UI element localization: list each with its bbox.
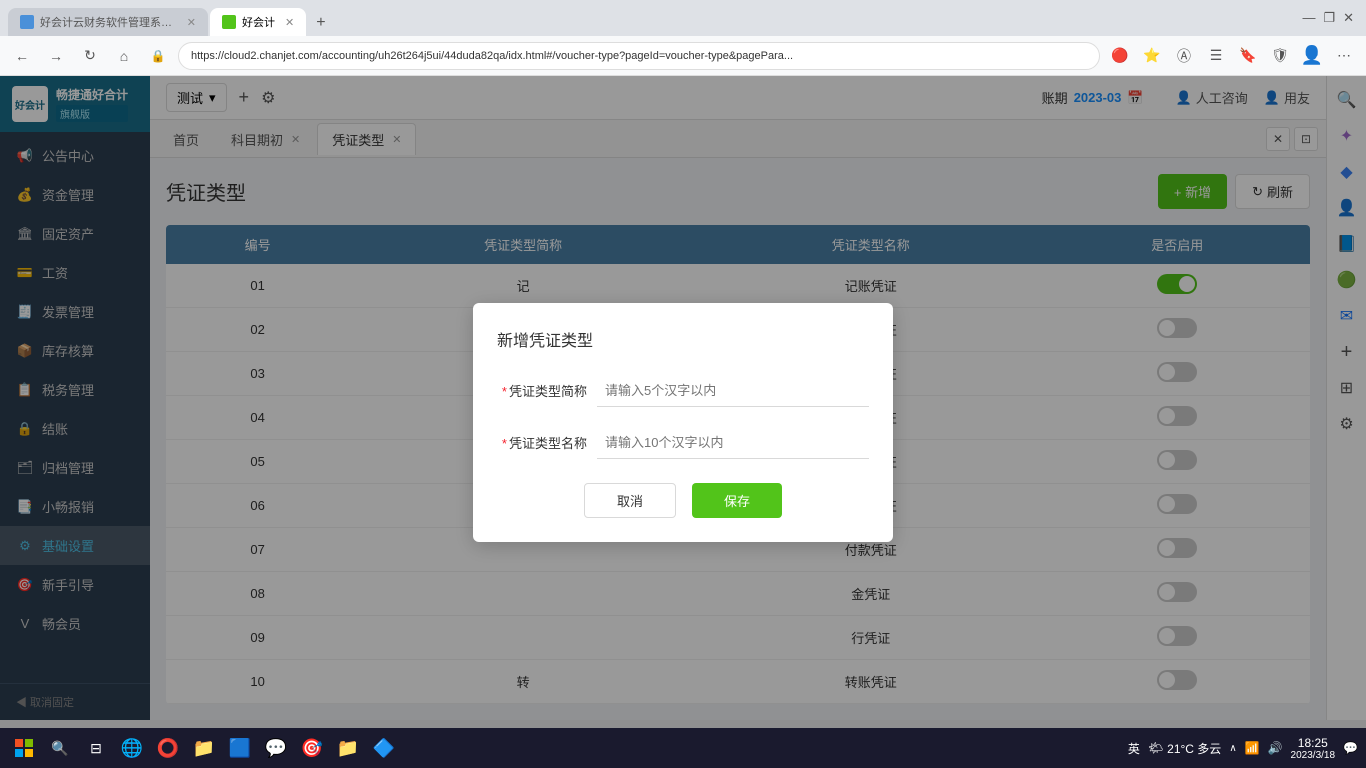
taskbar: 🔍 ⊟ 🌐 ⭕ 📁 🟦 💬 🎯 📁 🔷 英 🌤 21°C 多云 ∧ 📶 🔊 18… <box>0 728 1366 768</box>
forward-button[interactable]: → <box>42 42 70 70</box>
weather-icon: 🌤 <box>1148 741 1163 755</box>
tab-close-2[interactable]: ✕ <box>285 16 294 29</box>
tab-label-2: 好会计 <box>242 14 275 30</box>
full-name-label: *凭证类型名称 <box>497 433 587 452</box>
new-voucher-dialog: 新增凭证类型 *凭证类型简称 *凭证类型名称 取消 保存 <box>473 303 893 542</box>
cancel-button[interactable]: 取消 <box>584 483 676 518</box>
settings-menu-button[interactable]: ⋯ <box>1330 42 1358 70</box>
extension-icon-2[interactable]: ⭐ <box>1138 42 1166 70</box>
tab-label-1: 好会计云财务软件管理系统_会计 <box>40 14 177 30</box>
user-avatar[interactable]: 👤 <box>1298 42 1326 70</box>
weather-info: 🌤 21°C 多云 <box>1148 740 1221 757</box>
browser-tabs: 好会计云财务软件管理系统_会计 ✕ 好会计 ✕ + <box>8 0 334 36</box>
time-value: 18:25 <box>1291 736 1336 750</box>
taskbar-task-view[interactable]: ⊟ <box>80 732 112 764</box>
time-display[interactable]: 18:25 2023/3/18 <box>1291 736 1336 761</box>
taskbar-language[interactable]: 英 <box>1128 740 1140 757</box>
taskbar-app4[interactable]: 🟦 <box>224 732 256 764</box>
taskbar-search[interactable]: 🔍 <box>44 732 76 764</box>
refresh-button[interactable]: ↻ <box>76 42 104 70</box>
taskbar-app6[interactable]: 🎯 <box>296 732 328 764</box>
short-name-row: *凭证类型简称 <box>497 375 869 407</box>
browser-tab-2[interactable]: 好会计 ✕ <box>210 8 306 36</box>
taskbar-app8[interactable]: 🔷 <box>368 732 400 764</box>
tab-favicon-2 <box>222 15 236 29</box>
extension-icon-1[interactable]: 🔴 <box>1106 42 1134 70</box>
close-button[interactable]: ✕ <box>1343 10 1354 26</box>
browser-tab-1[interactable]: 好会计云财务软件管理系统_会计 ✕ <box>8 8 208 36</box>
dialog-title: 新增凭证类型 <box>497 327 869 351</box>
toolbar-icons: 🔴 ⭐ Ⓐ ☰ 🔖 🛡 👤 ⋯ <box>1106 42 1358 70</box>
taskbar-chrome[interactable]: ⭕ <box>152 732 184 764</box>
full-name-input[interactable] <box>597 427 869 459</box>
tab-close-1[interactable]: ✕ <box>187 16 196 29</box>
date-value: 2023/3/18 <box>1291 750 1336 761</box>
back-button[interactable]: ← <box>8 42 36 70</box>
full-name-required: * <box>502 436 507 451</box>
volume-icon: 🔊 <box>1268 741 1283 755</box>
taskbar-app7[interactable]: 📁 <box>332 732 364 764</box>
save-button[interactable]: 保存 <box>692 483 782 518</box>
extension-icon-6[interactable]: 🛡 <box>1266 42 1294 70</box>
windows-logo-icon <box>15 739 33 757</box>
tab-favicon-1 <box>20 15 34 29</box>
taskbar-edge[interactable]: 🌐 <box>116 732 148 764</box>
address-input[interactable] <box>178 42 1100 70</box>
taskbar-right: 英 🌤 21°C 多云 ∧ 📶 🔊 18:25 2023/3/18 💬 <box>1128 736 1358 761</box>
extension-icon-4[interactable]: ☰ <box>1202 42 1230 70</box>
short-name-label: *凭证类型简称 <box>497 381 587 400</box>
short-name-required: * <box>502 384 507 399</box>
system-tray-icons[interactable]: ∧ <box>1229 743 1236 754</box>
maximize-button[interactable]: ❐ <box>1323 10 1335 26</box>
notification-icon[interactable]: 💬 <box>1343 741 1358 755</box>
full-name-row: *凭证类型名称 <box>497 427 869 459</box>
minimize-button[interactable]: — <box>1302 10 1315 26</box>
browser-chrome: 好会计云财务软件管理系统_会计 ✕ 好会计 ✕ + — ❐ ✕ <box>0 0 1366 36</box>
new-tab-button[interactable]: + <box>308 10 333 36</box>
start-button[interactable] <box>8 732 40 764</box>
lock-icon: 🔒 <box>144 42 172 70</box>
short-name-input[interactable] <box>597 375 869 407</box>
network-icon: 📶 <box>1245 741 1260 755</box>
extension-icon-3[interactable]: Ⓐ <box>1170 42 1198 70</box>
extension-icon-5[interactable]: 🔖 <box>1234 42 1262 70</box>
dialog-actions: 取消 保存 <box>497 483 869 518</box>
address-bar: ← → ↻ ⌂ 🔒 🔴 ⭐ Ⓐ ☰ 🔖 🛡 👤 ⋯ <box>0 36 1366 76</box>
home-button[interactable]: ⌂ <box>110 42 138 70</box>
dialog-overlay: 新增凭证类型 *凭证类型简称 *凭证类型名称 取消 保存 <box>0 76 1366 768</box>
weather-temp: 21°C 多云 <box>1167 740 1221 757</box>
taskbar-wechat[interactable]: 💬 <box>260 732 292 764</box>
taskbar-explorer[interactable]: 📁 <box>188 732 220 764</box>
